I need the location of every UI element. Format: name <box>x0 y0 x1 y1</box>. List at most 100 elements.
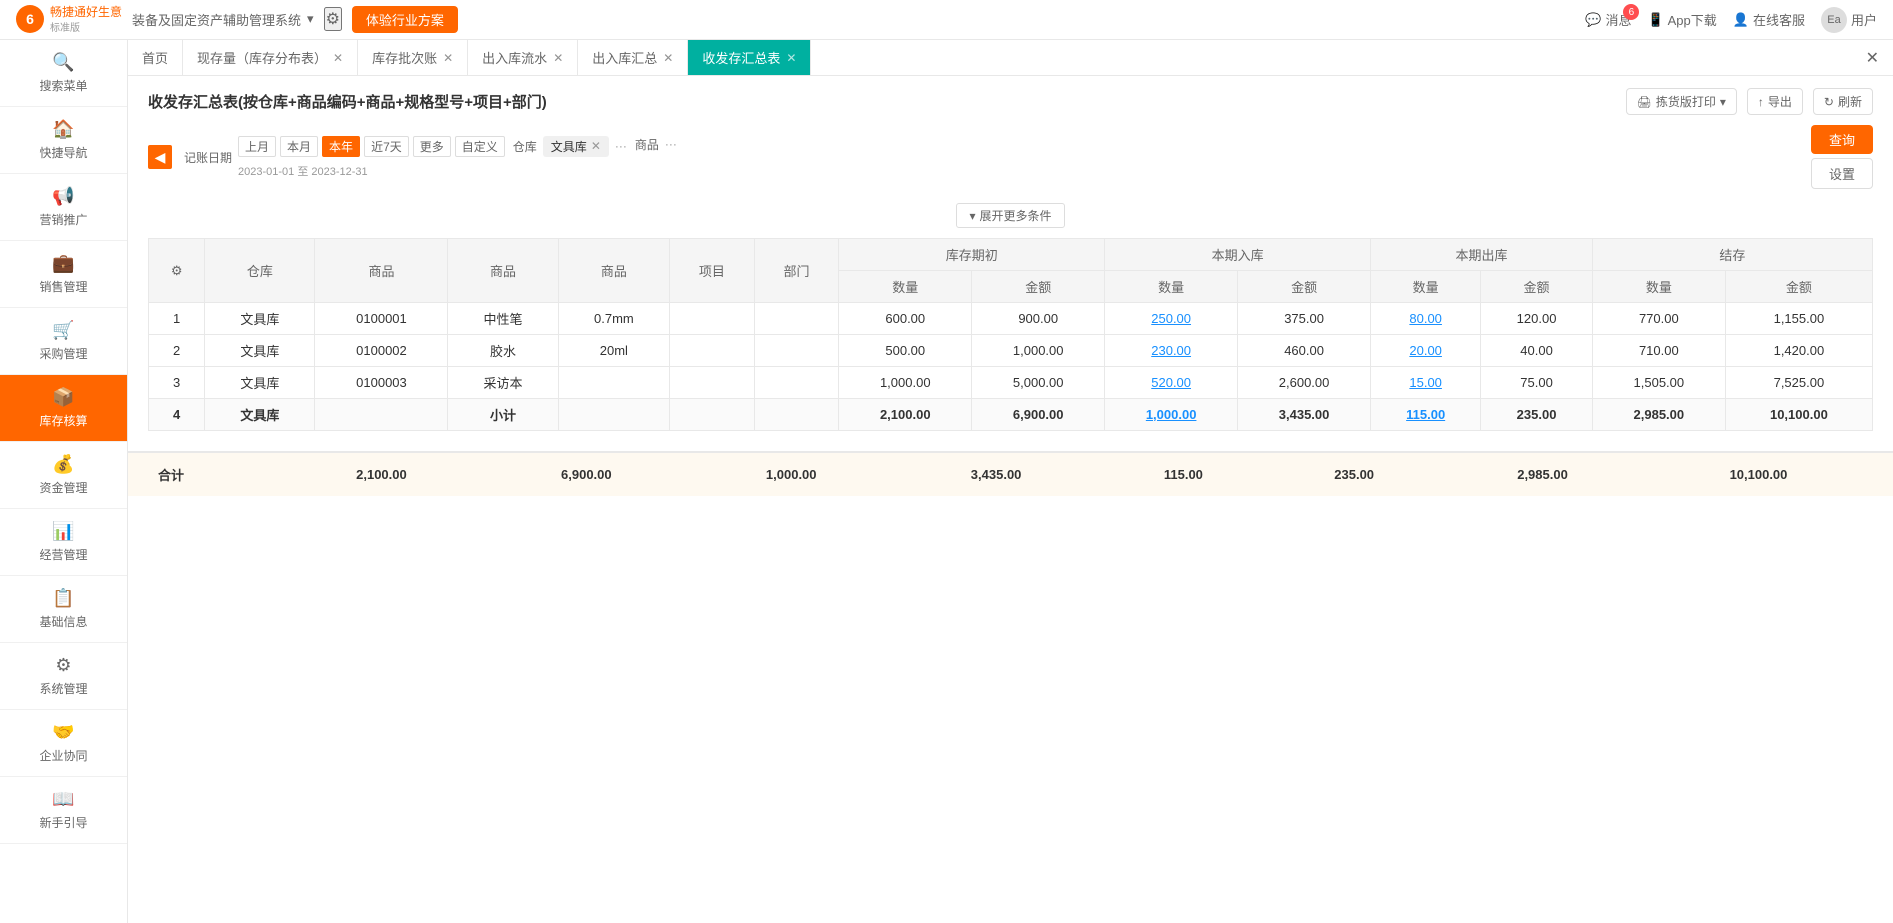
sidebar-item-marketing[interactable]: 📢 营销推广 <box>0 174 127 241</box>
user-menu-button[interactable]: Ea 用户 <box>1821 7 1877 33</box>
date-more[interactable]: 更多 <box>413 136 451 157</box>
sidebar-item-purchase[interactable]: 🛒 采购管理 <box>0 308 127 375</box>
logo-text: 畅捷通好生意 <box>50 5 122 19</box>
table-row-no: 3 <box>149 367 205 399</box>
print-button[interactable]: 🖨 拣货版打印 ▾ <box>1626 88 1737 115</box>
date-range: 2023-01-01 至 2023-12-31 <box>238 163 505 179</box>
tab-summary-close[interactable]: ✕ <box>663 51 673 65</box>
warehouse-filter-dots[interactable]: ··· <box>615 139 627 153</box>
page-title: 收发存汇总表(按仓库+商品编码+商品+规格型号+项目+部门) <box>148 91 547 112</box>
app-download-button[interactable]: 📱 App下载 <box>1647 10 1716 29</box>
table-row-project <box>670 303 755 335</box>
table-row-close-qty: 2,985.00 <box>1592 399 1725 431</box>
tab-stock-dist[interactable]: 现存量（库存分布表） ✕ <box>183 40 358 75</box>
footer-close-amt: 10,100.00 <box>1646 461 1871 488</box>
tab-flow-close[interactable]: ✕ <box>553 51 563 65</box>
refresh-icon: ↻ <box>1824 95 1834 109</box>
tab-summary[interactable]: 出入库汇总 ✕ <box>578 40 688 75</box>
table-row-in-qty[interactable]: 230.00 <box>1105 335 1238 367</box>
sidebar: 🔍 搜索菜单 🏠 快捷导航 📢 营销推广 💼 销售管理 🛒 采购管理 📦 库存核… <box>0 40 128 923</box>
th-close-amt: 金额 <box>1725 271 1872 303</box>
th-close-qty: 数量 <box>1592 271 1725 303</box>
table-row-out-qty[interactable]: 15.00 <box>1371 367 1481 399</box>
table-row-in-qty[interactable]: 250.00 <box>1105 303 1238 335</box>
guide-icon: 📖 <box>52 789 74 810</box>
table-row-out-qty[interactable]: 80.00 <box>1371 303 1481 335</box>
sidebar-item-sales[interactable]: 💼 销售管理 <box>0 241 127 308</box>
logo-icon: 6 <box>16 5 44 33</box>
tab-bar-close-all[interactable]: ✕ <box>1852 48 1893 68</box>
filter-toggle-button[interactable]: ◀ <box>148 145 172 169</box>
table-row-spec <box>558 399 670 431</box>
basicinfo-icon: 📋 <box>52 588 74 609</box>
date-custom[interactable]: 自定义 <box>455 136 505 157</box>
tab-home[interactable]: 首页 <box>128 40 183 75</box>
tab-batch[interactable]: 库存批次账 ✕ <box>358 40 468 75</box>
experience-button[interactable]: 体验行业方案 <box>352 6 458 33</box>
sidebar-item-enterprise[interactable]: 🤝 企业协同 <box>0 710 127 777</box>
warehouse-tag-close[interactable]: ✕ <box>591 139 601 153</box>
tab-stock-dist-label: 现存量（库存分布表） <box>197 48 327 67</box>
sidebar-item-system[interactable]: ⚙ 系统管理 <box>0 643 127 710</box>
th-in-amt: 金额 <box>1238 271 1371 303</box>
home-icon: 🏠 <box>52 119 74 140</box>
table-row-spec <box>558 367 670 399</box>
date-this-month[interactable]: 本月 <box>280 136 318 157</box>
page-inner: 收发存汇总表(按仓库+商品编码+商品+规格型号+项目+部门) 🖨 拣货版打印 ▾… <box>128 76 1893 923</box>
sidebar-item-operations[interactable]: 📊 经营管理 <box>0 509 127 576</box>
sales-icon: 💼 <box>52 253 74 274</box>
avatar: Ea <box>1821 7 1847 33</box>
page-content: 收发存汇总表(按仓库+商品编码+商品+规格型号+项目+部门) 🖨 拣货版打印 ▾… <box>128 76 1893 923</box>
table-row-dept <box>754 399 839 431</box>
inventory-icon: 📦 <box>52 387 74 408</box>
sidebar-item-basicinfo[interactable]: 📋 基础信息 <box>0 576 127 643</box>
global-settings-button[interactable]: ⚙ <box>324 7 342 31</box>
sidebar-item-search[interactable]: 🔍 搜索菜单 <box>0 40 127 107</box>
table-row-in-amt: 460.00 <box>1238 335 1371 367</box>
search-icon: 🔍 <box>52 52 74 73</box>
table-settings-icon: ⚙ <box>171 263 183 278</box>
table-row-no: 4 <box>149 399 205 431</box>
refresh-button[interactable]: ↻ 刷新 <box>1813 88 1873 115</box>
sidebar-item-guide[interactable]: 📖 新手引导 <box>0 777 127 844</box>
sidebar-label-purchase: 采购管理 <box>39 345 87 362</box>
tab-recv-send[interactable]: 收发存汇总表 ✕ <box>688 40 811 75</box>
expand-more-button[interactable]: ▾ 展开更多条件 <box>956 203 1064 228</box>
tab-batch-close[interactable]: ✕ <box>443 51 453 65</box>
sidebar-item-finance[interactable]: 💰 资金管理 <box>0 442 127 509</box>
sidebar-label-search: 搜索菜单 <box>39 77 87 94</box>
table-row-out-qty[interactable]: 20.00 <box>1371 335 1481 367</box>
message-icon: 💬 <box>1585 12 1601 28</box>
date-last-7days[interactable]: 近7天 <box>364 136 409 157</box>
sidebar-item-quicknav[interactable]: 🏠 快捷导航 <box>0 107 127 174</box>
date-this-year[interactable]: 本年 <box>322 136 360 157</box>
footer-total-table: 合计 2,100.00 6,900.00 1,000.00 3,435.00 1… <box>148 459 1873 490</box>
tab-recv-send-close[interactable]: ✕ <box>786 51 796 65</box>
sidebar-label-sales: 销售管理 <box>39 278 87 295</box>
filter-settings-button[interactable]: 设置 <box>1811 158 1873 189</box>
date-last-month[interactable]: 上月 <box>238 136 276 157</box>
th-settings[interactable]: ⚙ <box>149 239 205 303</box>
tab-flow-label: 出入库流水 <box>482 48 547 67</box>
logo-area: 6 畅捷通好生意 标准版 <box>16 5 122 34</box>
th-in: 本期入库 <box>1105 239 1371 271</box>
tab-stock-dist-close[interactable]: ✕ <box>333 51 343 65</box>
sidebar-item-inventory[interactable]: 📦 库存核算 <box>0 375 127 442</box>
sidebar-label-finance: 资金管理 <box>39 479 87 496</box>
service-icon: 👤 <box>1733 12 1749 28</box>
page-header-actions: 🖨 拣货版打印 ▾ ↑ 导出 ↻ 刷新 <box>1626 88 1873 115</box>
tab-flow[interactable]: 出入库流水 ✕ <box>468 40 578 75</box>
expand-bar: ▾ 展开更多条件 <box>128 199 1893 238</box>
table-row-out-amt: 235.00 <box>1481 399 1593 431</box>
table-row-dept <box>754 335 839 367</box>
goods-filter-group: 商品 ··· <box>635 136 677 153</box>
online-service-button[interactable]: 👤 在线客服 <box>1733 10 1805 29</box>
table-row-project <box>670 399 755 431</box>
message-button[interactable]: 💬 消息 6 <box>1585 10 1631 29</box>
th-warehouse: 仓库 <box>205 239 315 303</box>
goods-filter-dots[interactable]: ··· <box>665 137 677 151</box>
date-filter-group: 记账日期 上月 本月 本年 近7天 更多 自定义 20 <box>184 136 505 179</box>
export-button[interactable]: ↑ 导出 <box>1747 88 1803 115</box>
table-row-in-qty[interactable]: 520.00 <box>1105 367 1238 399</box>
query-button[interactable]: 查询 <box>1811 125 1873 154</box>
